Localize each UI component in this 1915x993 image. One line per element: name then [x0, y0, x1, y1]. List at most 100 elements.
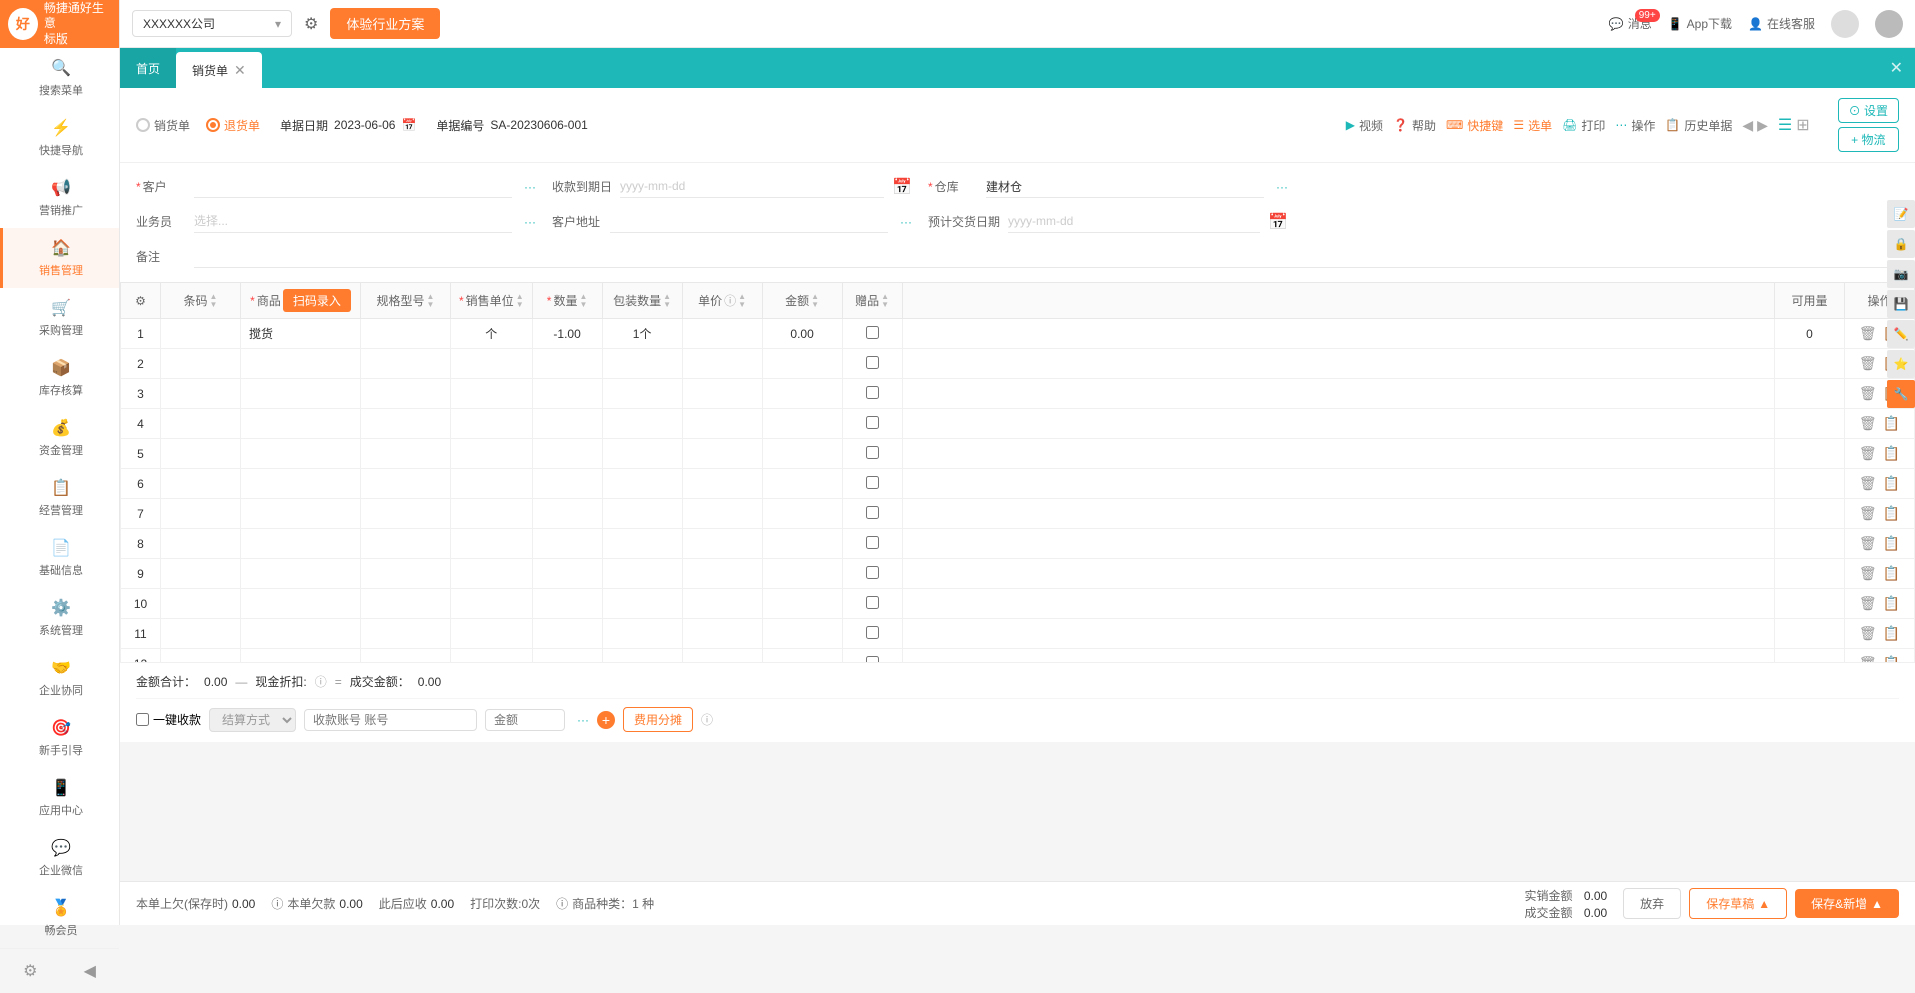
add-payment-button[interactable]: +: [597, 711, 615, 729]
float-btn-1[interactable]: 📝: [1887, 200, 1915, 228]
row-barcode[interactable]: [161, 589, 241, 619]
sidebar-item-wechat[interactable]: 💬 企业微信: [0, 828, 119, 888]
payment-amount-input[interactable]: [485, 709, 565, 731]
save-new-button[interactable]: 保存&新增 ▲: [1795, 889, 1899, 918]
sidebar-item-app-center[interactable]: 📱 应用中心: [0, 768, 119, 828]
row-barcode[interactable]: [161, 499, 241, 529]
expense-split-button[interactable]: 费用分摊: [623, 707, 693, 732]
one-click-payment-checkbox[interactable]: 一键收款: [136, 711, 201, 728]
warehouse-input[interactable]: [986, 175, 1264, 198]
row-qty[interactable]: [532, 469, 602, 499]
row-product[interactable]: [241, 439, 361, 469]
row-barcode[interactable]: [161, 529, 241, 559]
row-barcode[interactable]: [161, 319, 241, 349]
row-barcode[interactable]: [161, 409, 241, 439]
row-spec[interactable]: [361, 589, 451, 619]
row-product[interactable]: [241, 559, 361, 589]
row-qty[interactable]: [532, 409, 602, 439]
row-price[interactable]: [682, 619, 762, 649]
sidebar-item-collab[interactable]: 🤝 企业协同: [0, 648, 119, 708]
row-price[interactable]: [682, 379, 762, 409]
radio-sales-order[interactable]: 销货单: [136, 117, 190, 134]
row-memo[interactable]: [902, 349, 1774, 379]
sidebar-item-finance[interactable]: 💰 资金管理: [0, 408, 119, 468]
float-btn-7[interactable]: 🔧: [1887, 380, 1915, 408]
sidebar-item-purchase[interactable]: 🛒 采购管理: [0, 288, 119, 348]
row-qty[interactable]: [532, 529, 602, 559]
delete-row-icon[interactable]: 🗑: [1859, 655, 1877, 662]
copy-row-icon[interactable]: 📋: [1883, 595, 1900, 612]
sidebar-item-member[interactable]: 🏅 畅会员: [0, 888, 119, 948]
company-selector[interactable]: XXXXXX公司 ▾: [132, 10, 292, 37]
customer-dots-icon[interactable]: ···: [524, 180, 536, 194]
float-btn-6[interactable]: ⭐: [1887, 350, 1915, 378]
row-gift[interactable]: [842, 379, 902, 409]
row-spec[interactable]: [361, 409, 451, 439]
row-spec[interactable]: [361, 439, 451, 469]
row-spec[interactable]: [361, 469, 451, 499]
row-memo[interactable]: [902, 529, 1774, 559]
row-memo[interactable]: [902, 379, 1774, 409]
row-product[interactable]: [241, 649, 361, 663]
delivery-date-calendar-icon[interactable]: 📅: [1268, 212, 1288, 232]
delete-row-icon[interactable]: 🗑: [1859, 325, 1877, 342]
expense-info-icon[interactable]: ⓘ: [701, 711, 713, 728]
payment-method-select[interactable]: 结算方式: [209, 708, 296, 732]
delete-row-icon[interactable]: 🗑: [1859, 505, 1877, 522]
float-btn-2[interactable]: 🔒: [1887, 230, 1915, 258]
save-draft-button[interactable]: 保存草稿 ▲: [1689, 888, 1787, 919]
row-qty[interactable]: [532, 499, 602, 529]
action-select[interactable]: ☰ 选单: [1513, 117, 1552, 134]
tab-home[interactable]: 首页: [120, 48, 176, 88]
customer-input[interactable]: [194, 175, 512, 198]
tab-sales-order[interactable]: 销货单 ✕: [176, 52, 262, 88]
copy-row-icon[interactable]: 📋: [1883, 415, 1900, 432]
row-product[interactable]: [241, 529, 361, 559]
payment-date-calendar-icon[interactable]: 📅: [892, 177, 912, 197]
row-memo[interactable]: [902, 649, 1774, 663]
app-download-btn[interactable]: 📱 App下载: [1668, 15, 1732, 32]
row-qty[interactable]: [532, 349, 602, 379]
sidebar-item-system[interactable]: ⚙️ 系统管理: [0, 588, 119, 648]
sidebar-settings-btn[interactable]: ⚙: [19, 957, 41, 985]
row-gift[interactable]: [842, 499, 902, 529]
row-memo[interactable]: [902, 499, 1774, 529]
action-video[interactable]: ▶ 视频: [1346, 117, 1383, 134]
online-service-btn[interactable]: 👤 在线客服: [1748, 15, 1815, 32]
copy-row-icon[interactable]: 📋: [1883, 475, 1900, 492]
float-btn-4[interactable]: 💾: [1887, 290, 1915, 318]
row-gift[interactable]: [842, 469, 902, 499]
table-scroll[interactable]: ⚙ 条码 ▲▼ * 商品: [120, 282, 1915, 662]
row-qty[interactable]: [532, 619, 602, 649]
message-btn[interactable]: 💬 消息 99+: [1609, 15, 1652, 32]
logistics-button[interactable]: + 物流: [1838, 127, 1899, 152]
sidebar-item-guide[interactable]: 🎯 新手引导: [0, 708, 119, 768]
action-print[interactable]: 🖨 打印: [1562, 117, 1605, 134]
row-gift[interactable]: [842, 559, 902, 589]
payment-date-input[interactable]: [620, 175, 884, 198]
col-settings-icon[interactable]: ⚙: [121, 283, 161, 319]
settings-gear-icon[interactable]: ⚙: [300, 10, 322, 38]
copy-row-icon[interactable]: 📋: [1883, 565, 1900, 582]
salesman-dots-icon[interactable]: ···: [524, 215, 536, 229]
sidebar-item-operations[interactable]: 📋 经营管理: [0, 468, 119, 528]
row-spec[interactable]: [361, 559, 451, 589]
delete-row-icon[interactable]: 🗑: [1859, 415, 1877, 432]
action-help[interactable]: ❓ 帮助: [1393, 117, 1436, 134]
row-barcode[interactable]: [161, 469, 241, 499]
row-product[interactable]: [241, 619, 361, 649]
row-memo[interactable]: [902, 589, 1774, 619]
row-memo[interactable]: [902, 619, 1774, 649]
row-gift[interactable]: [842, 619, 902, 649]
row-memo[interactable]: [902, 409, 1774, 439]
sidebar-item-inventory[interactable]: 📦 库存核算: [0, 348, 119, 408]
row-price[interactable]: [682, 649, 762, 663]
row-barcode[interactable]: [161, 379, 241, 409]
list-view-icon[interactable]: ☰: [1778, 115, 1792, 135]
sidebar-item-basics[interactable]: 📄 基础信息: [0, 528, 119, 588]
sidebar-item-search[interactable]: 🔍 搜索菜单: [0, 48, 119, 108]
float-btn-3[interactable]: 📷: [1887, 260, 1915, 288]
discard-button[interactable]: 放弃: [1623, 888, 1681, 919]
nav-prev-icon[interactable]: ◀: [1742, 117, 1753, 134]
delivery-date-input[interactable]: [1008, 210, 1260, 233]
